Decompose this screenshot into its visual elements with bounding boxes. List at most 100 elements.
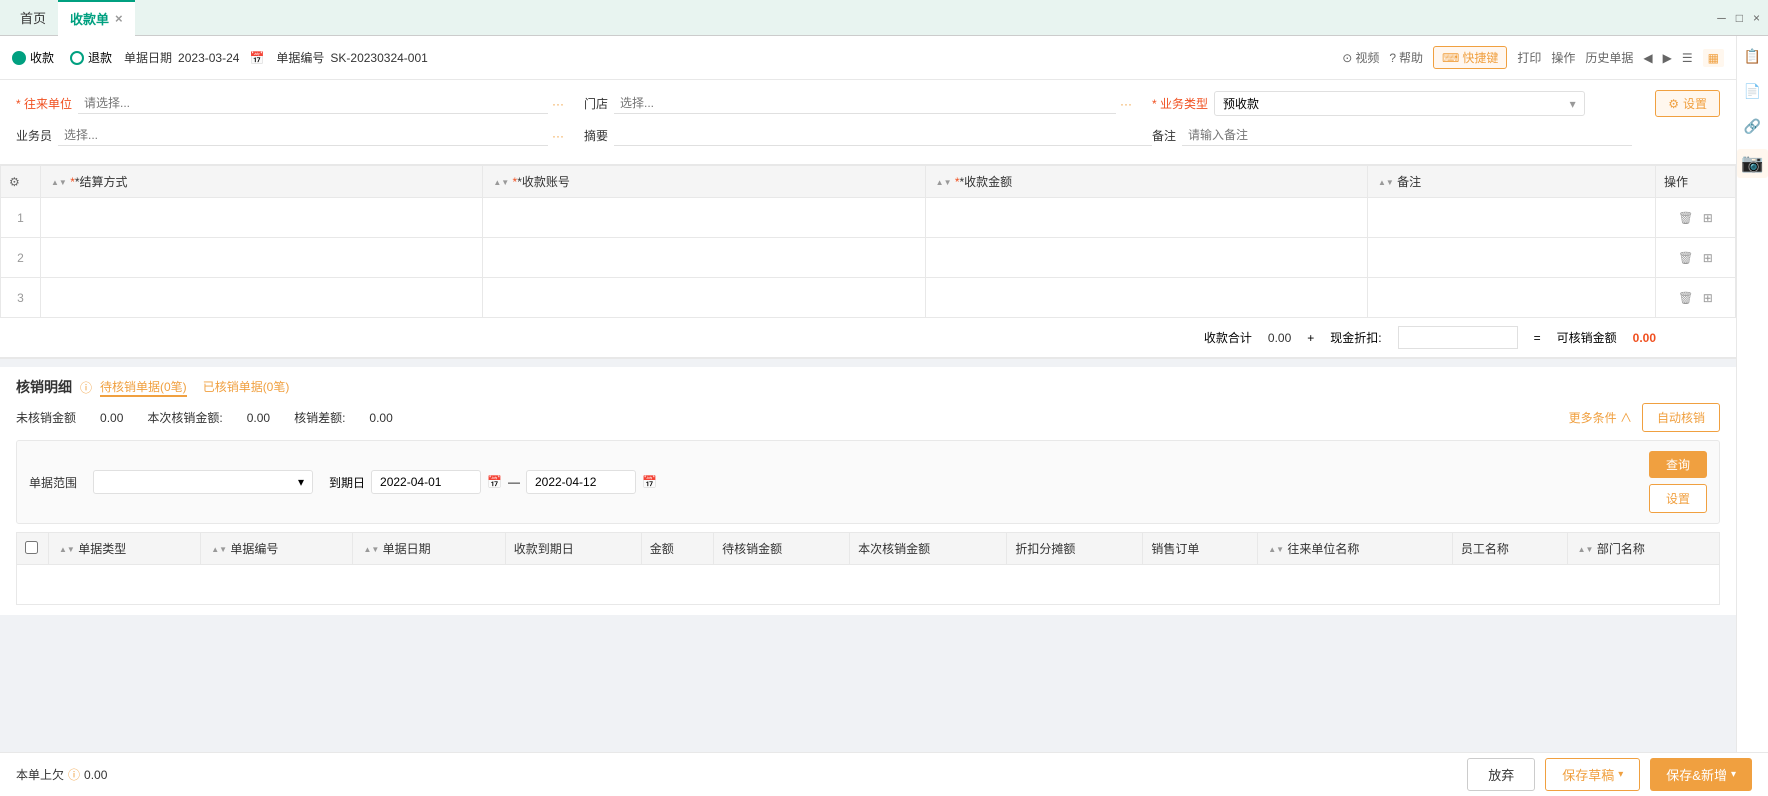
cell-payment-2[interactable] — [41, 238, 483, 278]
table-row: 2 🗑 ⊞ — [1, 238, 1736, 278]
radio-dot-refund — [70, 51, 84, 65]
due-date-label: 到期日 — [329, 474, 365, 491]
sort-icon-4[interactable]: ▲▼ — [1378, 178, 1394, 187]
side-link-icon[interactable]: 🔗 — [1740, 114, 1765, 139]
col-dept-name: ▲▼ 部门名称 — [1567, 533, 1719, 565]
summary-input[interactable] — [614, 125, 1152, 146]
save-draft-btn[interactable]: 保存草稿 ▾ — [1545, 758, 1640, 791]
copy-icon-3[interactable]: ⊞ — [1703, 291, 1713, 305]
cell-payment-1[interactable] — [41, 198, 483, 238]
auto-verify-btn[interactable]: 自动核销 — [1642, 403, 1720, 432]
date-from-input[interactable] — [371, 470, 481, 494]
tab-pending[interactable]: 待核销单据(0笔) — [100, 378, 187, 397]
close-btn[interactable]: × — [1753, 11, 1760, 25]
cal-from-icon[interactable]: 📅 — [487, 475, 502, 489]
sort-icon[interactable]: ▲▼ — [51, 178, 67, 187]
order-info-icon[interactable]: ⓘ — [68, 766, 80, 783]
tab-home[interactable]: 首页 — [8, 0, 58, 36]
nav-next[interactable]: ▶ — [1663, 51, 1672, 65]
cell-remark-1[interactable] — [1367, 198, 1655, 238]
side-table-icon[interactable]: 📋 — [1740, 44, 1765, 69]
delete-icon-3[interactable]: 🗑 — [1678, 291, 1693, 305]
table-settings-icon[interactable]: ⚙ — [9, 175, 20, 189]
store-more[interactable]: ··· — [1120, 97, 1132, 111]
col-due-date: 收款到期日 — [505, 533, 641, 565]
tab-close-btn[interactable]: × — [115, 11, 123, 26]
col-checkbox[interactable] — [17, 533, 49, 565]
minimize-btn[interactable]: ─ — [1717, 11, 1726, 25]
side-camera-icon[interactable]: 📷 — [1737, 149, 1767, 178]
remark-input[interactable] — [1182, 125, 1632, 146]
delete-icon-2[interactable]: 🗑 — [1678, 251, 1693, 265]
sort-icon-3[interactable]: ▲▼ — [936, 178, 952, 187]
cell-account-1[interactable] — [483, 198, 925, 238]
history-btn[interactable]: 历史单据 — [1585, 49, 1633, 66]
save-new-btn[interactable]: 保存&新增 ▾ — [1650, 758, 1752, 791]
from-unit-input[interactable] — [78, 93, 548, 114]
summary-field: 摘要 — [584, 125, 1152, 146]
cal-to-icon[interactable]: 📅 — [642, 475, 657, 489]
filter-right: 更多条件 ∧ 自动核销 — [1569, 403, 1720, 432]
cell-amount-3[interactable] — [925, 278, 1367, 318]
radio-refund[interactable]: 退款 — [70, 49, 112, 66]
radio-dot-receipt — [12, 51, 26, 65]
set-btn[interactable]: 设置 — [1649, 484, 1707, 513]
help-btn[interactable]: ? 帮助 — [1389, 49, 1423, 66]
sort-doc-date[interactable]: ▲▼ — [363, 545, 379, 554]
operations-btn[interactable]: 操作 — [1551, 49, 1575, 66]
copy-icon-1[interactable]: ⊞ — [1703, 211, 1713, 225]
cell-ops-2: 🗑 ⊞ — [1656, 238, 1736, 278]
business-type-field: * 业务类型 预收款 ▾ ⚙ 设置 — [1152, 90, 1720, 117]
radio-receipt[interactable]: 收款 — [12, 49, 54, 66]
tab-receipt[interactable]: 收款单 × — [58, 0, 135, 36]
list-view-btn[interactable]: ☰ — [1682, 51, 1693, 65]
print-btn[interactable]: 打印 — [1517, 49, 1541, 66]
verify-title: 核销明细 — [16, 377, 72, 397]
cell-account-2[interactable] — [483, 238, 925, 278]
video-btn[interactable]: ⊙ 视频 — [1342, 49, 1379, 66]
calendar-icon[interactable]: 📅 — [249, 51, 264, 65]
main-content: 收款 退款 单据日期 2023-03-24 📅 单据编号 SK-20230324… — [0, 36, 1768, 752]
diff-value: 0.00 — [369, 411, 392, 425]
copy-icon-2[interactable]: ⊞ — [1703, 251, 1713, 265]
maximize-btn[interactable]: □ — [1736, 11, 1743, 25]
query-action-group: 查询 设置 — [1649, 451, 1707, 513]
discard-btn[interactable]: 放弃 — [1467, 758, 1535, 791]
filter-row: 单据范围 ▾ 到期日 📅 — 📅 查询 设置 — [16, 440, 1720, 524]
cell-amount-1[interactable] — [925, 198, 1367, 238]
more-conditions-btn[interactable]: 更多条件 ∧ — [1569, 409, 1632, 426]
sort-doc-type[interactable]: ▲▼ — [59, 545, 75, 554]
tab-verified[interactable]: 已核销单据(0笔) — [203, 378, 290, 397]
verify-info-icon[interactable]: ⓘ — [80, 379, 92, 396]
sort-dept-name[interactable]: ▲▼ — [1578, 545, 1594, 554]
staff-input[interactable] — [58, 125, 548, 146]
date-to-input[interactable] — [526, 470, 636, 494]
col-pending-amount: 待核销金额 — [714, 533, 850, 565]
side-doc-icon[interactable]: 📄 — [1740, 79, 1765, 104]
cell-amount-2[interactable] — [925, 238, 1367, 278]
sort-unit-name[interactable]: ▲▼ — [1268, 545, 1284, 554]
staff-more[interactable]: ··· — [552, 129, 564, 143]
range-select[interactable]: ▾ — [93, 470, 313, 494]
sort-icon-2[interactable]: ▲▼ — [493, 178, 509, 187]
sort-doc-num[interactable]: ▲▼ — [211, 545, 227, 554]
nav-prev[interactable]: ◀ — [1643, 51, 1652, 65]
delete-icon-1[interactable]: 🗑 — [1678, 211, 1693, 225]
cell-remark-3[interactable] — [1367, 278, 1655, 318]
grid-view-btn[interactable]: ▦ — [1703, 49, 1724, 67]
from-unit-more[interactable]: ··· — [552, 97, 564, 111]
col-unit-name: ▲▼ 往来单位名称 — [1258, 533, 1453, 565]
equals-sign: = — [1534, 331, 1541, 345]
query-btn[interactable]: 查询 — [1649, 451, 1707, 478]
discount-input[interactable] — [1398, 326, 1518, 349]
settings-col-header[interactable]: ⚙ — [1, 166, 41, 198]
cell-account-3[interactable] — [483, 278, 925, 318]
business-type-select[interactable]: 预收款 ▾ — [1214, 91, 1585, 116]
shortcut-btn[interactable]: ⌨ 快捷键 — [1433, 46, 1507, 69]
cell-payment-3[interactable] — [41, 278, 483, 318]
col-discount: 折扣分摊额 — [1007, 533, 1143, 565]
select-all-checkbox[interactable] — [25, 541, 38, 554]
store-input[interactable] — [614, 93, 1116, 114]
settings-btn[interactable]: ⚙ 设置 — [1655, 90, 1720, 117]
cell-remark-2[interactable] — [1367, 238, 1655, 278]
